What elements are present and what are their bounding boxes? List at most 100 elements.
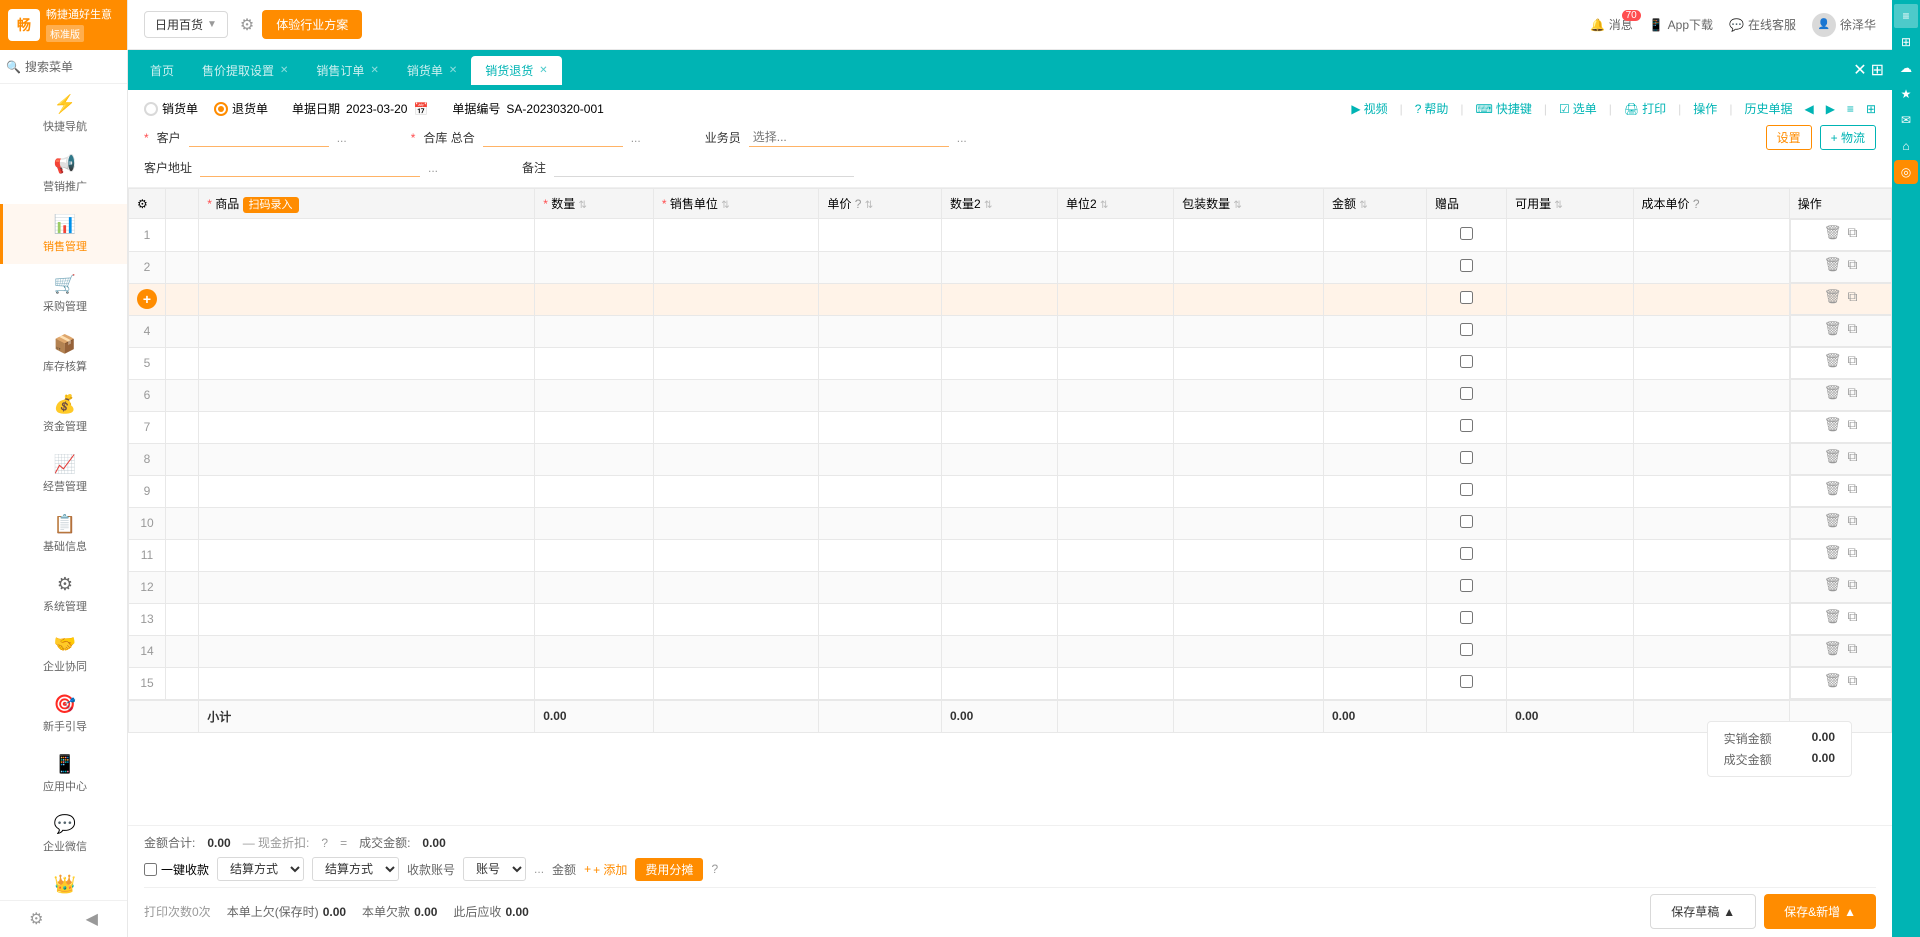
sidebar-search[interactable]: 🔍 搜索菜单	[0, 50, 127, 84]
cell-qty[interactable]	[535, 251, 654, 283]
topbar-gear-icon[interactable]: ⚙	[240, 15, 254, 35]
split-help-icon[interactable]: ?	[711, 862, 718, 876]
right-tool-grid-btn[interactable]: ⊞	[1894, 30, 1918, 54]
cell-sales-unit[interactable]	[653, 283, 819, 315]
cell-amount[interactable]	[1323, 251, 1426, 283]
cell-qty2[interactable]	[941, 251, 1057, 283]
cell-unit2[interactable]	[1058, 283, 1174, 315]
tab-price-settings-close[interactable]: ✕	[280, 65, 288, 76]
view-toggle-grid[interactable]: ⊞	[1866, 102, 1876, 116]
calendar-icon[interactable]: 📅	[413, 102, 428, 116]
tab-sales-order-close[interactable]: ✕	[370, 65, 378, 76]
copy-icon[interactable]: ⧉	[1848, 288, 1858, 310]
copy-icon[interactable]: ⧉	[1848, 480, 1858, 502]
cell-available[interactable]	[1507, 283, 1633, 315]
cell-cost-price[interactable]	[1633, 251, 1789, 283]
sidebar-item-system[interactable]: ⚙ 系统管理	[0, 564, 127, 624]
history-btn[interactable]: 历史单据	[1744, 100, 1792, 117]
col-header-gear[interactable]: ⚙	[129, 189, 166, 219]
cell-qty2[interactable]	[941, 219, 1057, 252]
sidebar-item-marketing[interactable]: 📢 营销推广	[0, 144, 127, 204]
copy-icon[interactable]: ⧉	[1848, 320, 1858, 342]
cell-unit2[interactable]	[1058, 251, 1174, 283]
copy-icon[interactable]: ⧉	[1848, 640, 1858, 662]
cell-gift[interactable]	[1426, 219, 1506, 252]
category-select[interactable]: 日用百货 ▼	[144, 11, 228, 38]
goods-text-input[interactable]	[207, 292, 526, 306]
sidebar-item-inventory[interactable]: 📦 库存核算	[0, 324, 127, 384]
delete-icon[interactable]: 🗑	[1824, 512, 1842, 534]
add-btn[interactable]: + + 添加	[584, 861, 627, 878]
one-click-pay-input[interactable]	[144, 863, 157, 876]
radio-sales[interactable]: 销货单	[144, 100, 198, 117]
sidebar-item-guide[interactable]: 🎯 新手引导	[0, 684, 127, 744]
right-tool-star-btn[interactable]: ★	[1894, 82, 1918, 106]
logistics-btn[interactable]: + 物流	[1820, 125, 1876, 150]
copy-icon[interactable]: ⧉	[1848, 576, 1858, 598]
tab-close-all-btn[interactable]: ✕	[1853, 60, 1866, 80]
tab-home[interactable]: 首页	[136, 56, 188, 85]
cell-pack-qty[interactable]	[1174, 219, 1324, 252]
delete-icon[interactable]: 🗑	[1824, 480, 1842, 502]
shortcut-btn[interactable]: ⌨ 快捷键	[1476, 100, 1532, 117]
staff-input[interactable]	[749, 128, 949, 147]
right-tool-special-btn[interactable]: ◎	[1894, 160, 1918, 184]
warehouse-input[interactable]	[483, 128, 623, 147]
customer-dots-btn[interactable]: ...	[337, 131, 347, 145]
copy-icon[interactable]: ⧉	[1848, 416, 1858, 438]
tab-expand-btn[interactable]: ⊞	[1871, 60, 1884, 80]
app-download-btn[interactable]: 📱 App下载	[1649, 16, 1713, 33]
settle-method-select[interactable]: 结算方式	[217, 857, 304, 881]
setting-btn[interactable]: 设置	[1766, 125, 1812, 150]
tab-sales-return-close[interactable]: ✕	[539, 65, 547, 76]
copy-icon[interactable]: ⧉	[1848, 512, 1858, 534]
copy-icon[interactable]: ⧉	[1848, 544, 1858, 566]
sidebar-item-sales[interactable]: 📊 销售管理	[0, 204, 127, 264]
cell-unit-price[interactable]	[819, 219, 942, 252]
next-history-btn[interactable]: ▶	[1826, 102, 1835, 116]
remark-input[interactable]	[554, 158, 854, 177]
staff-dots-btn[interactable]: ...	[957, 131, 967, 145]
cell-gift[interactable]	[1426, 251, 1506, 283]
one-click-pay-checkbox[interactable]: 一键收款	[144, 861, 209, 878]
tab-sales-order[interactable]: 销售订单 ✕	[302, 56, 392, 85]
sidebar-settings-btn[interactable]: ⚙	[29, 909, 43, 929]
add-row-btn[interactable]: +	[137, 289, 157, 309]
cell-amount[interactable]	[1323, 283, 1426, 315]
account-select[interactable]: 账号	[463, 857, 526, 881]
cell-available[interactable]	[1507, 251, 1633, 283]
split-btn[interactable]: 费用分摊	[635, 858, 703, 881]
cell-sales-unit[interactable]	[653, 251, 819, 283]
delete-icon[interactable]: 🗑	[1824, 672, 1842, 694]
address-dots-btn[interactable]: ...	[428, 161, 438, 175]
copy-icon[interactable]: ⧉	[1848, 384, 1858, 406]
user-menu[interactable]: 👤 徐泽华	[1812, 13, 1876, 37]
cell-unit-price[interactable]	[819, 283, 942, 315]
scan-btn[interactable]: 扫码录入	[243, 197, 299, 213]
cell-qty2[interactable]	[941, 283, 1057, 315]
copy-icon[interactable]: ⧉	[1848, 672, 1858, 694]
cell-gift[interactable]	[1426, 283, 1506, 315]
copy-icon[interactable]: ⧉	[1848, 448, 1858, 470]
cell-available[interactable]	[1507, 219, 1633, 252]
online-service-btn[interactable]: 💬 在线客服	[1729, 16, 1796, 33]
calc-method-select[interactable]: 结算方式	[312, 857, 399, 881]
operate-btn[interactable]: 操作	[1693, 100, 1717, 117]
delete-icon[interactable]: 🗑	[1824, 448, 1842, 470]
message-btn[interactable]: 🔔 70 消息	[1590, 16, 1632, 33]
sidebar-item-basic[interactable]: 📋 基础信息	[0, 504, 127, 564]
cell-sales-unit[interactable]	[653, 219, 819, 252]
right-tool-cloud-btn[interactable]: ☁	[1894, 56, 1918, 80]
delete-icon[interactable]: 🗑	[1824, 352, 1842, 374]
save-draft-btn[interactable]: 保存草稿 ▲	[1650, 894, 1756, 929]
cell-qty[interactable]	[535, 219, 654, 252]
sidebar-item-apps[interactable]: 📱 应用中心	[0, 744, 127, 804]
save-new-btn[interactable]: 保存&新增 ▲	[1764, 894, 1876, 929]
cell-goods[interactable]	[199, 251, 535, 283]
delete-icon[interactable]: 🗑	[1824, 544, 1842, 566]
cell-unit-price[interactable]	[819, 251, 942, 283]
delete-icon[interactable]: 🗑	[1824, 608, 1842, 630]
sidebar-item-wechat[interactable]: 💬 企业微信	[0, 804, 127, 864]
copy-icon[interactable]: ⧉	[1848, 224, 1858, 246]
customer-input[interactable]	[189, 128, 329, 147]
